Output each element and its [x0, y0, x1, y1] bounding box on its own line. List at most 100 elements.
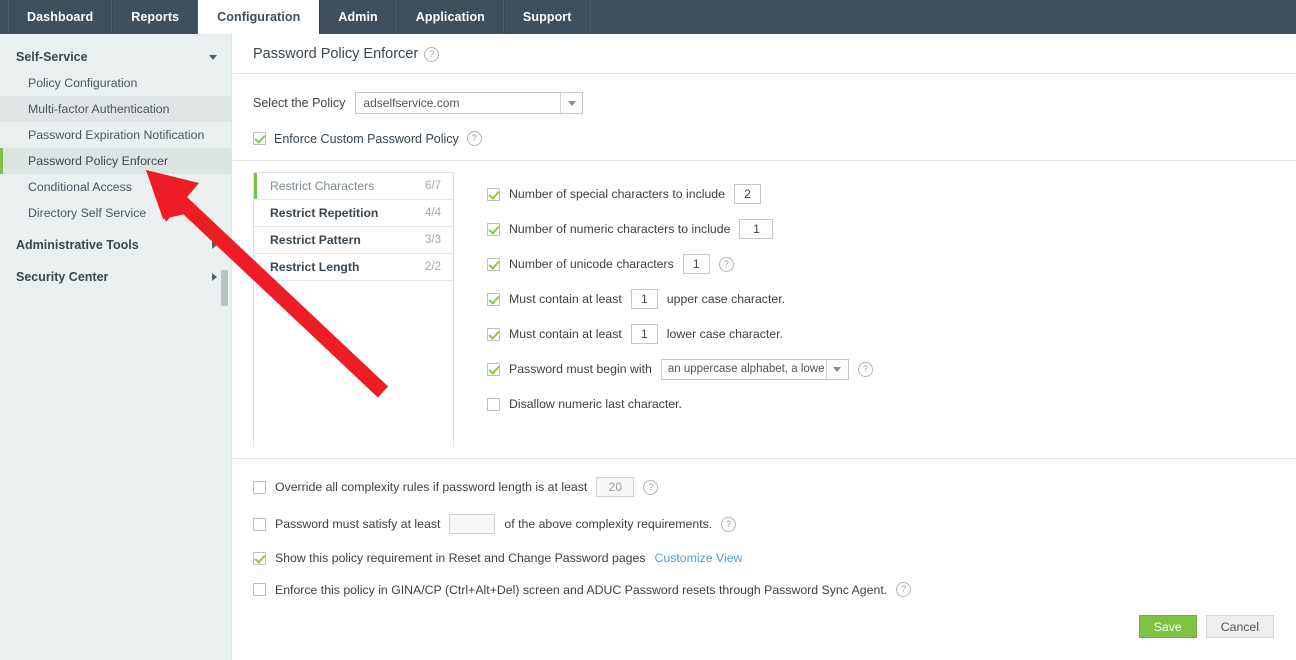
- setting-override-complexity: Override all complexity rules if passwor…: [253, 477, 1296, 497]
- sidebar: Self-Service Policy Configuration Multi-…: [0, 34, 232, 660]
- option-lower-case-checkbox[interactable]: [487, 327, 500, 341]
- enforce-custom-policy-checkbox[interactable]: [253, 132, 266, 145]
- sidebar-item-label: Password Policy Enforcer: [28, 154, 169, 168]
- help-icon[interactable]: ?: [466, 131, 482, 146]
- app-root: Dashboard Reports Configuration Admin Ap…: [0, 0, 1296, 660]
- setting-satisfy-requirements: Password must satisfy at least of the ab…: [253, 514, 1296, 534]
- sidebar-item-label: Directory Self Service: [28, 206, 147, 220]
- sidebar-group-label: Self-Service: [16, 50, 88, 64]
- sidebar-group-self-service[interactable]: Self-Service: [0, 44, 231, 70]
- sidebar-item-policy-configuration[interactable]: Policy Configuration: [0, 70, 231, 96]
- rule-category-restrict-characters[interactable]: Restrict Characters 6/7: [254, 173, 453, 200]
- option-upper-case-checkbox[interactable]: [487, 292, 500, 306]
- option-upper-case-input[interactable]: [630, 289, 658, 309]
- sidebar-item-directory-self-service[interactable]: Directory Self Service: [0, 200, 231, 226]
- policy-selector-row: Select the Policy adselfservice.com: [233, 74, 1296, 114]
- rule-category-count: 4/4: [425, 207, 441, 219]
- policy-rules-panel: Restrict Characters 6/7 Restrict Repetit…: [233, 161, 1296, 459]
- cancel-button[interactable]: Cancel: [1205, 615, 1274, 638]
- sidebar-item-multi-factor-authentication[interactable]: Multi-factor Authentication: [0, 96, 231, 122]
- option-unicode-characters-checkbox[interactable]: [487, 257, 500, 271]
- nav-tab-configuration[interactable]: Configuration: [198, 0, 320, 34]
- rule-category-name: Restrict Repetition: [270, 206, 379, 220]
- rule-category-restrict-repetition[interactable]: Restrict Repetition 4/4: [254, 200, 453, 227]
- option-label-suffix: lower case character.: [666, 327, 783, 341]
- nav-tab-reports[interactable]: Reports: [112, 0, 199, 34]
- help-icon[interactable]: ?: [718, 256, 734, 272]
- satisfy-requirements-suffix: of the above complexity requirements.: [504, 517, 713, 531]
- satisfy-requirements-input[interactable]: [449, 514, 496, 534]
- help-icon[interactable]: ?: [643, 479, 659, 495]
- save-button[interactable]: Save: [1138, 615, 1197, 638]
- sidebar-item-label: Policy Configuration: [28, 76, 138, 90]
- option-lower-case-input[interactable]: [630, 324, 658, 344]
- help-icon[interactable]: ?: [896, 582, 912, 597]
- rule-category-name: Restrict Length: [270, 260, 360, 274]
- password-begin-with-select[interactable]: an uppercase alphabet, a lowe: [660, 358, 849, 380]
- rule-category-restrict-pattern[interactable]: Restrict Pattern 3/3: [254, 227, 453, 254]
- form-actions: Save Cancel: [1138, 615, 1274, 638]
- option-numeric-characters-checkbox[interactable]: [487, 222, 500, 236]
- nav-tab-application[interactable]: Application: [396, 0, 504, 34]
- option-label: Password must begin with: [509, 362, 652, 376]
- password-begin-with-value: an uppercase alphabet, a lowe: [667, 363, 825, 375]
- option-label: Number of special characters to include: [509, 187, 725, 201]
- policy-select[interactable]: adselfservice.com: [355, 92, 584, 114]
- option-label: Number of numeric characters to include: [509, 222, 731, 236]
- sidebar-item-password-policy-enforcer[interactable]: Password Policy Enforcer: [0, 148, 231, 174]
- option-unicode-characters-input[interactable]: [682, 254, 710, 274]
- override-complexity-input[interactable]: [596, 477, 635, 497]
- sidebar-group-security-center[interactable]: Security Center: [0, 264, 231, 290]
- option-password-begin-with-checkbox[interactable]: [487, 362, 500, 376]
- option-numeric-characters: Number of numeric characters to include: [487, 218, 1296, 240]
- help-icon[interactable]: ?: [424, 46, 440, 62]
- sidebar-group-administrative-tools[interactable]: Administrative Tools: [0, 232, 231, 258]
- option-label-suffix: upper case character.: [666, 292, 786, 306]
- satisfy-requirements-checkbox[interactable]: [253, 517, 266, 531]
- chevron-down-icon: [560, 93, 583, 113]
- option-label: Must contain at least: [509, 292, 622, 306]
- nav-tab-admin[interactable]: Admin: [319, 0, 397, 34]
- rule-options-list: Number of special characters to include …: [454, 161, 1296, 458]
- chevron-down-icon: [825, 359, 848, 379]
- show-policy-requirement-checkbox[interactable]: [253, 551, 266, 565]
- option-label: Number of unicode characters: [509, 257, 674, 271]
- show-policy-requirement-label: Show this policy requirement in Reset an…: [275, 551, 646, 565]
- sidebar-item-password-expiration-notification[interactable]: Password Expiration Notification: [0, 122, 231, 148]
- policy-selector-label: Select the Policy: [253, 96, 346, 110]
- option-label: Disallow numeric last character.: [509, 397, 682, 411]
- nav-tab-dashboard[interactable]: Dashboard: [8, 0, 113, 34]
- option-disallow-numeric-last: Disallow numeric last character.: [487, 393, 1296, 415]
- chevron-down-icon: [209, 54, 217, 60]
- sidebar-scrollbar-thumb[interactable]: [221, 270, 228, 306]
- main-content: Password Policy Enforcer ? Select the Po…: [233, 34, 1296, 660]
- enforce-gina-cp-label: Enforce this policy in GINA/CP (Ctrl+Alt…: [275, 582, 888, 597]
- policy-select-value: adselfservice.com: [363, 96, 460, 110]
- customize-view-link[interactable]: Customize View: [654, 551, 742, 565]
- override-complexity-label: Override all complexity rules if passwor…: [275, 480, 588, 494]
- option-upper-case: Must contain at least upper case charact…: [487, 288, 1296, 310]
- page-title: Password Policy Enforcer: [253, 46, 419, 62]
- option-disallow-numeric-last-checkbox[interactable]: [487, 397, 500, 411]
- enforce-custom-policy-row: Enforce Custom Password Policy ?: [233, 114, 1296, 161]
- option-numeric-characters-input[interactable]: [739, 219, 774, 239]
- sidebar-item-label: Conditional Access: [28, 180, 132, 194]
- option-special-characters-input[interactable]: [733, 184, 761, 204]
- option-unicode-characters: Number of unicode characters ?: [487, 253, 1296, 275]
- option-special-characters-checkbox[interactable]: [487, 187, 500, 201]
- sidebar-item-conditional-access[interactable]: Conditional Access: [0, 174, 231, 200]
- option-lower-case: Must contain at least lower case charact…: [487, 323, 1296, 345]
- chevron-right-icon: [212, 241, 217, 249]
- override-complexity-checkbox[interactable]: [253, 480, 266, 494]
- sidebar-group-label: Security Center: [16, 270, 109, 284]
- chevron-right-icon: [212, 273, 217, 281]
- sidebar-item-label: Multi-factor Authentication: [28, 102, 170, 116]
- global-settings: Override all complexity rules if passwor…: [233, 459, 1296, 597]
- rule-category-restrict-length[interactable]: Restrict Length 2/2: [254, 254, 453, 281]
- nav-tab-support[interactable]: Support: [503, 0, 591, 34]
- enforce-gina-cp-checkbox[interactable]: [253, 583, 266, 596]
- help-icon[interactable]: ?: [857, 361, 873, 377]
- option-special-characters: Number of special characters to include: [487, 183, 1296, 205]
- rule-category-count: 2/2: [425, 261, 441, 273]
- help-icon[interactable]: ?: [721, 516, 737, 532]
